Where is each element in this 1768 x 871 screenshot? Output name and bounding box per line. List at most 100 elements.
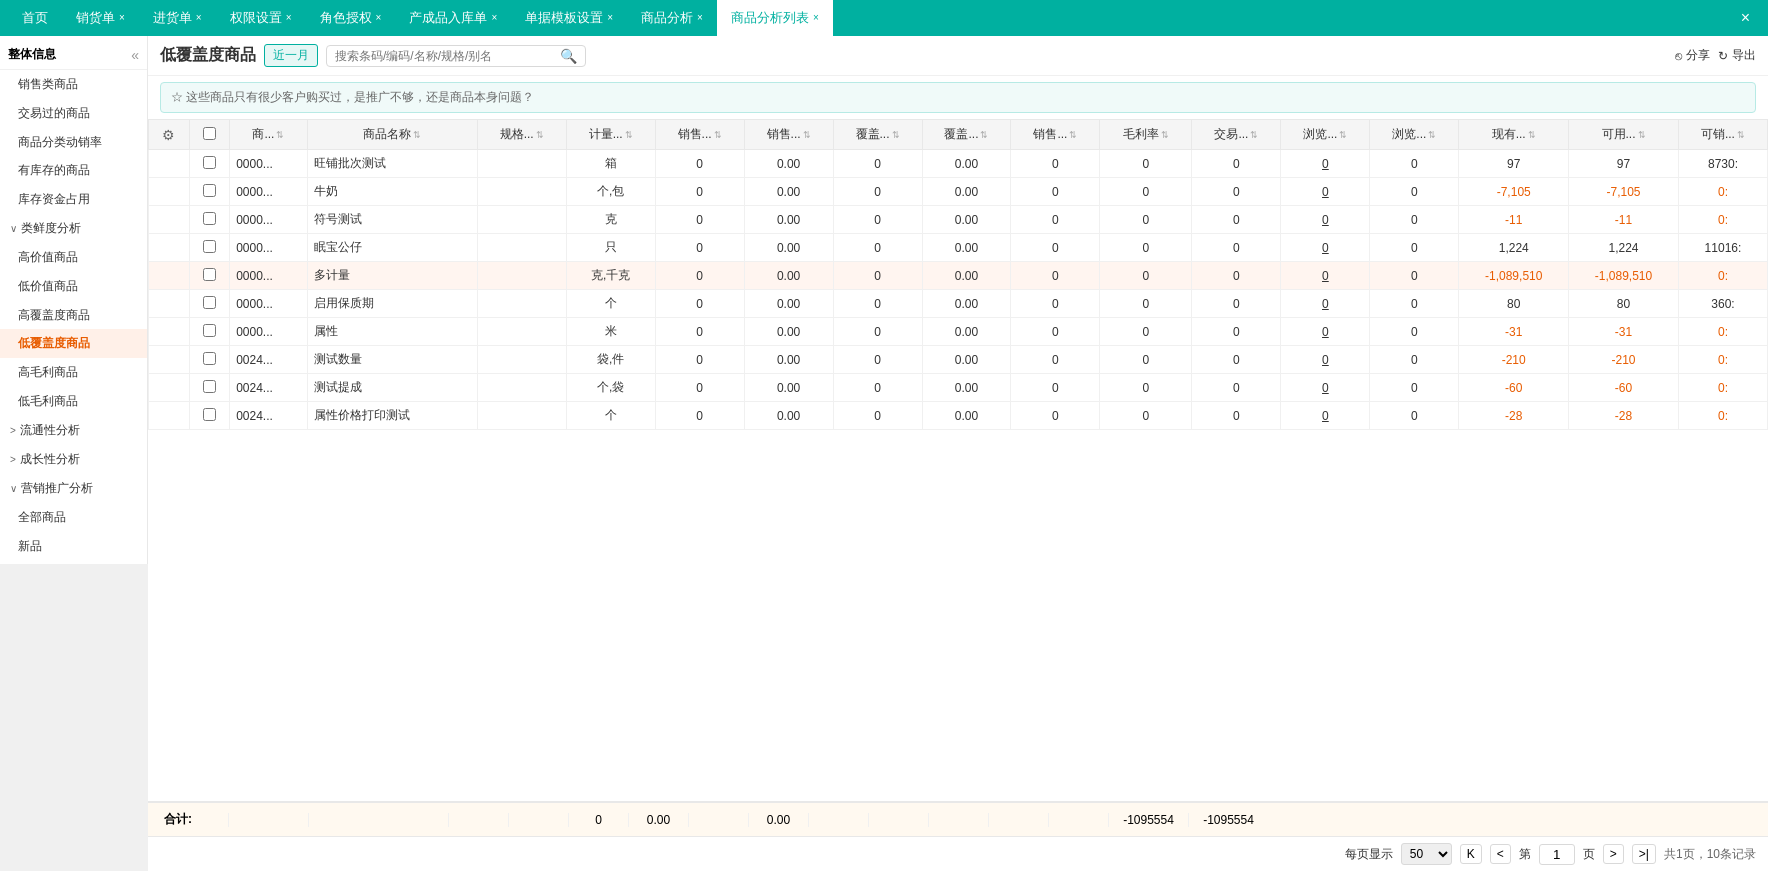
sidebar-item-traded-goods[interactable]: 交易过的商品: [0, 99, 147, 128]
nav-close-sales-order[interactable]: ×: [119, 0, 125, 36]
nav-product-storage[interactable]: 产成品入库单 ×: [395, 0, 511, 36]
sidebar-section-growth[interactable]: > 成长性分析: [0, 445, 147, 474]
row-checkbox[interactable]: [203, 212, 216, 225]
sidebar-section-circulation[interactable]: > 流通性分析: [0, 416, 147, 445]
col-cover2[interactable]: 覆盖...⇅: [922, 120, 1011, 150]
nav-close-product-analysis[interactable]: ×: [697, 0, 703, 36]
nav-purchase-order[interactable]: 进货单 ×: [139, 0, 216, 36]
col-code[interactable]: 商...⇅: [230, 120, 308, 150]
cell-browse1[interactable]: 0: [1281, 234, 1370, 262]
row-checkbox[interactable]: [203, 156, 216, 169]
cell-check[interactable]: [189, 374, 230, 402]
search-icon[interactable]: 🔍: [560, 48, 577, 64]
search-input[interactable]: [335, 49, 556, 63]
window-close-button[interactable]: ×: [1731, 9, 1760, 27]
nav-permission-settings[interactable]: 权限设置 ×: [216, 0, 306, 36]
cell-check[interactable]: [189, 178, 230, 206]
col-current-stock[interactable]: 现有...⇅: [1459, 120, 1569, 150]
cell-check[interactable]: [189, 150, 230, 178]
col-name[interactable]: 商品名称⇅: [307, 120, 477, 150]
cell-browse1[interactable]: 0: [1281, 178, 1370, 206]
row-checkbox[interactable]: [203, 184, 216, 197]
nav-close-purchase-order[interactable]: ×: [196, 0, 202, 36]
row-checkbox[interactable]: [203, 408, 216, 421]
nav-role-auth[interactable]: 角色授权 ×: [306, 0, 396, 36]
cell-browse1[interactable]: 0: [1281, 346, 1370, 374]
row-checkbox[interactable]: [203, 240, 216, 253]
sidebar-item-high-margin[interactable]: 高毛利商品: [0, 358, 147, 387]
nav-product-analysis-list[interactable]: 商品分析列表 ×: [717, 0, 833, 36]
last-page-button[interactable]: >|: [1632, 844, 1656, 864]
prev-page-button[interactable]: <: [1490, 844, 1511, 864]
row-checkbox[interactable]: [203, 324, 216, 337]
nav-close-template[interactable]: ×: [607, 0, 613, 36]
nav-sales-order[interactable]: 销货单 ×: [62, 0, 139, 36]
cell-sales-amt: 0.00: [744, 234, 833, 262]
cell-browse1[interactable]: 0: [1281, 374, 1370, 402]
col-spec[interactable]: 规格...⇅: [477, 120, 566, 150]
sidebar-item-high-coverage[interactable]: 高覆盖度商品: [0, 301, 147, 330]
sidebar-item-low-coverage[interactable]: 低覆盖度商品: [0, 329, 147, 358]
cell-check[interactable]: [189, 234, 230, 262]
nav-close-permission[interactable]: ×: [286, 0, 292, 36]
col-checkbox[interactable]: [189, 120, 230, 150]
cell-browse1[interactable]: 0: [1281, 290, 1370, 318]
sidebar-item-sales-goods[interactable]: 销售类商品: [0, 70, 147, 99]
col-cover1[interactable]: 覆盖...⇅: [833, 120, 922, 150]
cell-browse1[interactable]: 0: [1281, 402, 1370, 430]
col-sales2[interactable]: 销售...⇅: [1011, 120, 1100, 150]
sidebar-section-marketing[interactable]: ∨ 营销推广分析: [0, 474, 147, 503]
nav-close-product-analysis-list[interactable]: ×: [813, 0, 819, 36]
sidebar-item-all-goods[interactable]: 全部商品: [0, 503, 147, 532]
export-button[interactable]: ↻ 导出: [1718, 47, 1756, 64]
sidebar-item-new-goods[interactable]: 新品: [0, 532, 147, 561]
sidebar-item-stock-capital[interactable]: 库存资金占用: [0, 185, 147, 214]
cell-browse1[interactable]: 0: [1281, 262, 1370, 290]
col-trade[interactable]: 交易...⇅: [1192, 120, 1281, 150]
next-page-button[interactable]: >: [1603, 844, 1624, 864]
cell-check[interactable]: [189, 262, 230, 290]
row-checkbox[interactable]: [203, 380, 216, 393]
col-sales-amt[interactable]: 销售...⇅: [744, 120, 833, 150]
row-checkbox[interactable]: [203, 268, 216, 281]
page-number-input[interactable]: [1539, 844, 1575, 865]
nav-template-settings[interactable]: 单据模板设置 ×: [511, 0, 627, 36]
share-button[interactable]: ⎋ 分享: [1675, 47, 1710, 64]
cell-check[interactable]: [189, 402, 230, 430]
col-sales-qty[interactable]: 销售...⇅: [655, 120, 744, 150]
cell-sales-qty: 0: [655, 234, 744, 262]
col-unit[interactable]: 计量...⇅: [566, 120, 655, 150]
time-filter-button[interactable]: 近一月: [264, 44, 318, 67]
col-browse1[interactable]: 浏览...⇅: [1281, 120, 1370, 150]
sidebar-item-low-margin[interactable]: 低毛利商品: [0, 387, 147, 416]
nav-close-role-auth[interactable]: ×: [376, 0, 382, 36]
cell-check[interactable]: [189, 206, 230, 234]
cell-check[interactable]: [189, 346, 230, 374]
sidebar-item-high-value[interactable]: 高价值商品: [0, 243, 147, 272]
sidebar-item-stock-goods[interactable]: 有库存的商品: [0, 156, 147, 185]
cell-check[interactable]: [189, 318, 230, 346]
col-available[interactable]: 可用...⇅: [1569, 120, 1679, 150]
row-checkbox[interactable]: [203, 352, 216, 365]
sidebar-item-low-value[interactable]: 低价值商品: [0, 272, 147, 301]
first-page-button[interactable]: K: [1460, 844, 1482, 864]
cell-gross-rate: 0: [1100, 150, 1192, 178]
select-all-checkbox[interactable]: [203, 127, 216, 140]
sidebar-collapse-icon[interactable]: «: [131, 47, 139, 63]
nav-home[interactable]: 首页: [8, 0, 62, 36]
col-settings[interactable]: ⚙: [149, 120, 190, 150]
nav-close-product-storage[interactable]: ×: [491, 0, 497, 36]
cell-check[interactable]: [189, 290, 230, 318]
sidebar-item-category-rate[interactable]: 商品分类动销率: [0, 128, 147, 157]
cell-browse1[interactable]: 0: [1281, 150, 1370, 178]
page-size-select[interactable]: 50 100 200: [1401, 843, 1452, 865]
col-gross-rate[interactable]: 毛利率⇅: [1100, 120, 1192, 150]
row-checkbox[interactable]: [203, 296, 216, 309]
cell-browse1[interactable]: 0: [1281, 206, 1370, 234]
cell-trade: 0: [1192, 178, 1281, 206]
sidebar-section-freshness[interactable]: ∨ 类鲜度分析: [0, 214, 147, 243]
cell-browse1[interactable]: 0: [1281, 318, 1370, 346]
nav-product-analysis[interactable]: 商品分析 ×: [627, 0, 717, 36]
col-browse2[interactable]: 浏览...⇅: [1370, 120, 1459, 150]
col-sellable[interactable]: 可销...⇅: [1678, 120, 1767, 150]
